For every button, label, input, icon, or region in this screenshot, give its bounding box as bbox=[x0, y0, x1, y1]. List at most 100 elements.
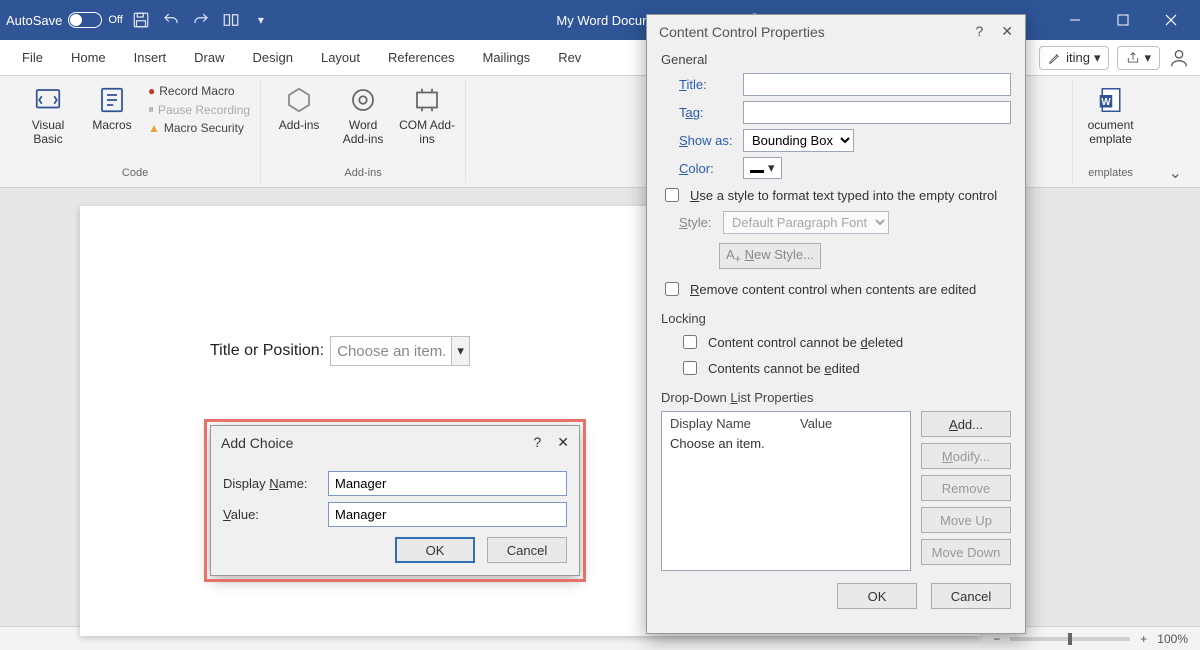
document-template-button[interactable]: W ocument emplate bbox=[1083, 84, 1139, 146]
customize-qat-icon[interactable]: ▾ bbox=[249, 8, 273, 32]
group-addins: Add-ins Word Add-ins COM Add-ins Add-ins bbox=[261, 80, 466, 183]
tag-input[interactable] bbox=[743, 101, 1011, 124]
record-macro-button[interactable]: ●Record Macro bbox=[148, 84, 250, 98]
use-style-label: Use a style to format text typed into th… bbox=[690, 188, 997, 203]
move-up-button[interactable]: Move Up bbox=[921, 507, 1011, 533]
tag-label: Tag: bbox=[679, 105, 735, 120]
visual-basic-button[interactable]: Visual Basic bbox=[20, 84, 76, 146]
show-as-select[interactable]: Bounding Box bbox=[743, 129, 854, 152]
autosave-label: AutoSave bbox=[6, 13, 62, 28]
undo-icon[interactable] bbox=[159, 8, 183, 32]
zoom-in-button[interactable]: + bbox=[1140, 632, 1147, 646]
lock-no-delete-checkbox[interactable] bbox=[683, 335, 697, 349]
remove-button[interactable]: Remove bbox=[921, 475, 1011, 501]
style-label: Style: bbox=[679, 215, 715, 230]
share-button[interactable]: ▾ bbox=[1117, 46, 1160, 70]
com-addins-icon bbox=[411, 84, 443, 116]
color-picker-button[interactable]: ▾ bbox=[743, 157, 782, 179]
ok-button[interactable]: OK bbox=[837, 583, 917, 609]
new-style-button[interactable]: A+ New Style... bbox=[719, 243, 821, 269]
tab-review[interactable]: Rev bbox=[546, 42, 593, 73]
lock-no-edit-label: Contents cannot be edited bbox=[708, 361, 860, 376]
col-value: Value bbox=[800, 416, 832, 431]
remove-cc-checkbox[interactable] bbox=[665, 282, 679, 296]
move-down-button[interactable]: Move Down bbox=[921, 539, 1011, 565]
add-choice-dialog: Add Choice ? ✕ Display Name: Value: OK C… bbox=[210, 425, 580, 576]
value-label: Value: bbox=[223, 507, 318, 522]
tab-file[interactable]: File bbox=[10, 42, 55, 73]
chevron-down-icon: ▾ bbox=[1094, 50, 1101, 66]
col-display-name: Display Name bbox=[670, 416, 790, 431]
pause-recording-button[interactable]: ⏸Pause Recording bbox=[148, 102, 250, 117]
cancel-button[interactable]: Cancel bbox=[487, 537, 567, 563]
value-input[interactable] bbox=[328, 502, 567, 527]
com-addins-button[interactable]: COM Add-ins bbox=[399, 84, 455, 146]
macros-icon bbox=[96, 84, 128, 116]
macro-security-button[interactable]: ▲Macro Security bbox=[148, 121, 250, 135]
comments-button[interactable] bbox=[1168, 47, 1190, 69]
tab-references[interactable]: References bbox=[376, 42, 466, 73]
style-select[interactable]: Default Paragraph Font bbox=[723, 211, 889, 234]
word-addins-button[interactable]: Word Add-ins bbox=[335, 84, 391, 146]
editing-mode-button[interactable]: iting ▾ bbox=[1039, 46, 1109, 70]
close-button[interactable] bbox=[1148, 5, 1194, 35]
title-label: Title: bbox=[679, 77, 735, 92]
use-style-checkbox[interactable] bbox=[665, 188, 679, 202]
group-label-code: Code bbox=[122, 165, 148, 179]
quick-access-icon[interactable] bbox=[219, 8, 243, 32]
display-name-label: Display Name: bbox=[223, 476, 318, 491]
tab-mailings[interactable]: Mailings bbox=[471, 42, 543, 73]
maximize-button[interactable] bbox=[1100, 5, 1146, 35]
color-swatch-icon bbox=[750, 163, 764, 173]
dropdown-display[interactable] bbox=[331, 338, 451, 365]
editing-mode-label: iting bbox=[1066, 50, 1090, 65]
title-input[interactable] bbox=[743, 73, 1011, 96]
field-label: Title or Position: bbox=[210, 342, 324, 360]
addins-button[interactable]: Add-ins bbox=[271, 84, 327, 132]
locking-section-label: Locking bbox=[661, 311, 1011, 326]
redo-icon[interactable] bbox=[189, 8, 213, 32]
list-item[interactable]: Choose an item. bbox=[670, 436, 902, 451]
chevron-down-icon: ▾ bbox=[1144, 50, 1151, 66]
word-addins-icon bbox=[347, 84, 379, 116]
cancel-button[interactable]: Cancel bbox=[931, 583, 1011, 609]
zoom-value[interactable]: 100% bbox=[1157, 632, 1188, 646]
dropdown-content-control[interactable]: ▾ bbox=[330, 336, 470, 366]
macros-button[interactable]: Macros bbox=[84, 84, 140, 132]
collapse-ribbon-icon[interactable]: ⌄ bbox=[1169, 163, 1182, 183]
svg-text:W: W bbox=[1101, 97, 1111, 108]
minimize-button[interactable] bbox=[1052, 5, 1098, 35]
dropdown-arrow-icon[interactable]: ▾ bbox=[451, 337, 469, 365]
ok-button[interactable]: OK bbox=[395, 537, 475, 563]
lock-no-edit-checkbox[interactable] bbox=[683, 361, 697, 375]
show-as-label: Show as: bbox=[679, 133, 735, 148]
help-icon[interactable]: ? bbox=[533, 434, 541, 451]
close-icon[interactable]: ✕ bbox=[1001, 23, 1013, 40]
tab-design[interactable]: Design bbox=[241, 42, 305, 73]
record-icon: ● bbox=[148, 84, 155, 98]
tab-home[interactable]: Home bbox=[59, 42, 118, 73]
group-label-addins: Add-ins bbox=[344, 165, 381, 179]
tab-draw[interactable]: Draw bbox=[182, 42, 236, 73]
display-name-input[interactable] bbox=[328, 471, 567, 496]
dropdown-list-box[interactable]: Display Name Value Choose an item. bbox=[661, 411, 911, 571]
share-icon bbox=[1126, 51, 1140, 65]
help-icon[interactable]: ? bbox=[975, 23, 983, 40]
general-section-label: General bbox=[661, 52, 1011, 67]
pause-icon: ⏸ bbox=[148, 102, 154, 117]
person-icon bbox=[1168, 47, 1190, 69]
close-icon[interactable]: ✕ bbox=[557, 434, 569, 451]
remove-cc-label: Remove content control when contents are… bbox=[690, 282, 976, 297]
tab-insert[interactable]: Insert bbox=[122, 42, 179, 73]
modify-button[interactable]: Modify... bbox=[921, 443, 1011, 469]
tab-layout[interactable]: Layout bbox=[309, 42, 372, 73]
color-label: Color: bbox=[679, 161, 735, 176]
autosave-toggle[interactable] bbox=[68, 12, 102, 28]
zoom-slider[interactable] bbox=[1010, 637, 1130, 641]
dialog-title: Add Choice bbox=[221, 435, 293, 451]
content-control-properties-dialog: Content Control Properties ? ✕ General T… bbox=[646, 14, 1026, 634]
lock-no-delete-label: Content control cannot be deleted bbox=[708, 335, 903, 350]
add-button[interactable]: Add... bbox=[921, 411, 1011, 437]
group-label-templates: emplates bbox=[1088, 165, 1133, 179]
save-icon[interactable] bbox=[129, 8, 153, 32]
